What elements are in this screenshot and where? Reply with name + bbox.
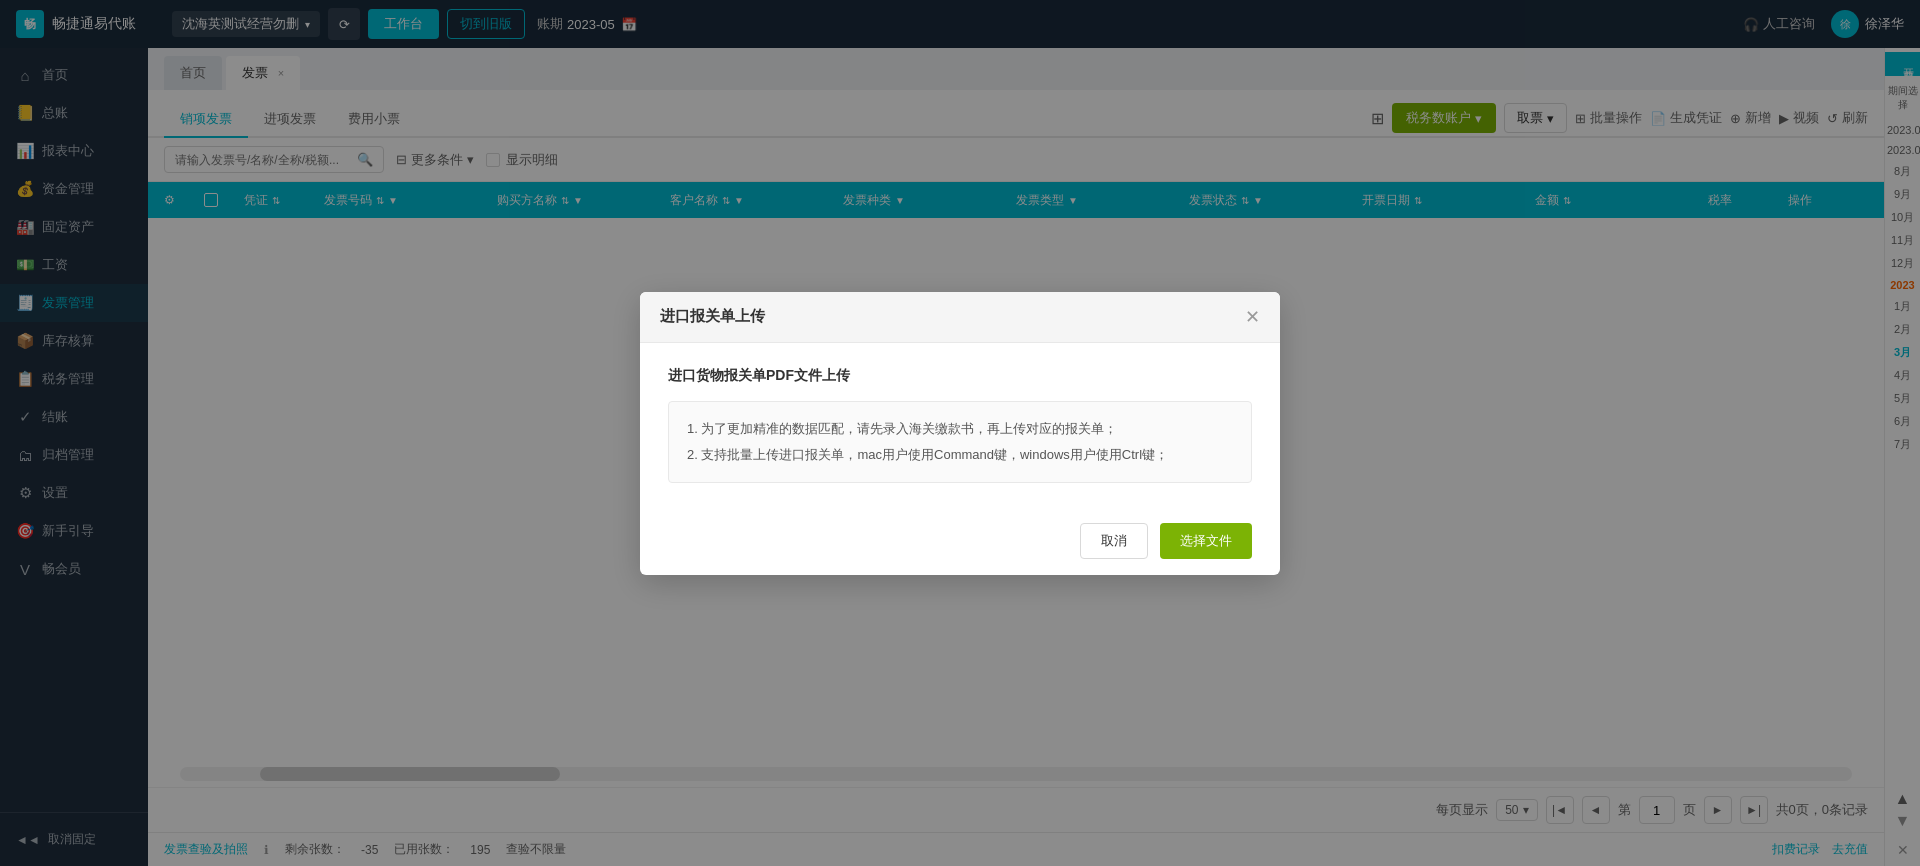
modal-close-button[interactable]: ✕ — [1245, 306, 1260, 328]
modal-section-title: 进口货物报关单PDF文件上传 — [668, 367, 1252, 385]
modal-info-text-2: 2. 支持批量上传进口报关单，mac用户使用Command键，windows用户… — [687, 442, 1168, 468]
modal-select-file-button[interactable]: 选择文件 — [1160, 523, 1252, 559]
modal-info-item-2: 2. 支持批量上传进口报关单，mac用户使用Command键，windows用户… — [687, 442, 1233, 468]
modal-cancel-button[interactable]: 取消 — [1080, 523, 1148, 559]
modal-info-box: 1. 为了更加精准的数据匹配，请先录入海关缴款书，再上传对应的报关单； 2. 支… — [668, 401, 1252, 483]
modal-overlay[interactable]: 进口报关单上传 ✕ 进口货物报关单PDF文件上传 1. 为了更加精准的数据匹配，… — [0, 0, 1920, 866]
modal-body: 进口货物报关单PDF文件上传 1. 为了更加精准的数据匹配，请先录入海关缴款书，… — [640, 343, 1280, 507]
modal-info-text-1: 1. 为了更加精准的数据匹配，请先录入海关缴款书，再上传对应的报关单； — [687, 416, 1117, 442]
import-modal: 进口报关单上传 ✕ 进口货物报关单PDF文件上传 1. 为了更加精准的数据匹配，… — [640, 292, 1280, 575]
modal-header: 进口报关单上传 ✕ — [640, 292, 1280, 343]
modal-footer: 取消 选择文件 — [640, 507, 1280, 575]
modal-info-item-1: 1. 为了更加精准的数据匹配，请先录入海关缴款书，再上传对应的报关单； — [687, 416, 1233, 442]
modal-title: 进口报关单上传 — [660, 307, 765, 326]
